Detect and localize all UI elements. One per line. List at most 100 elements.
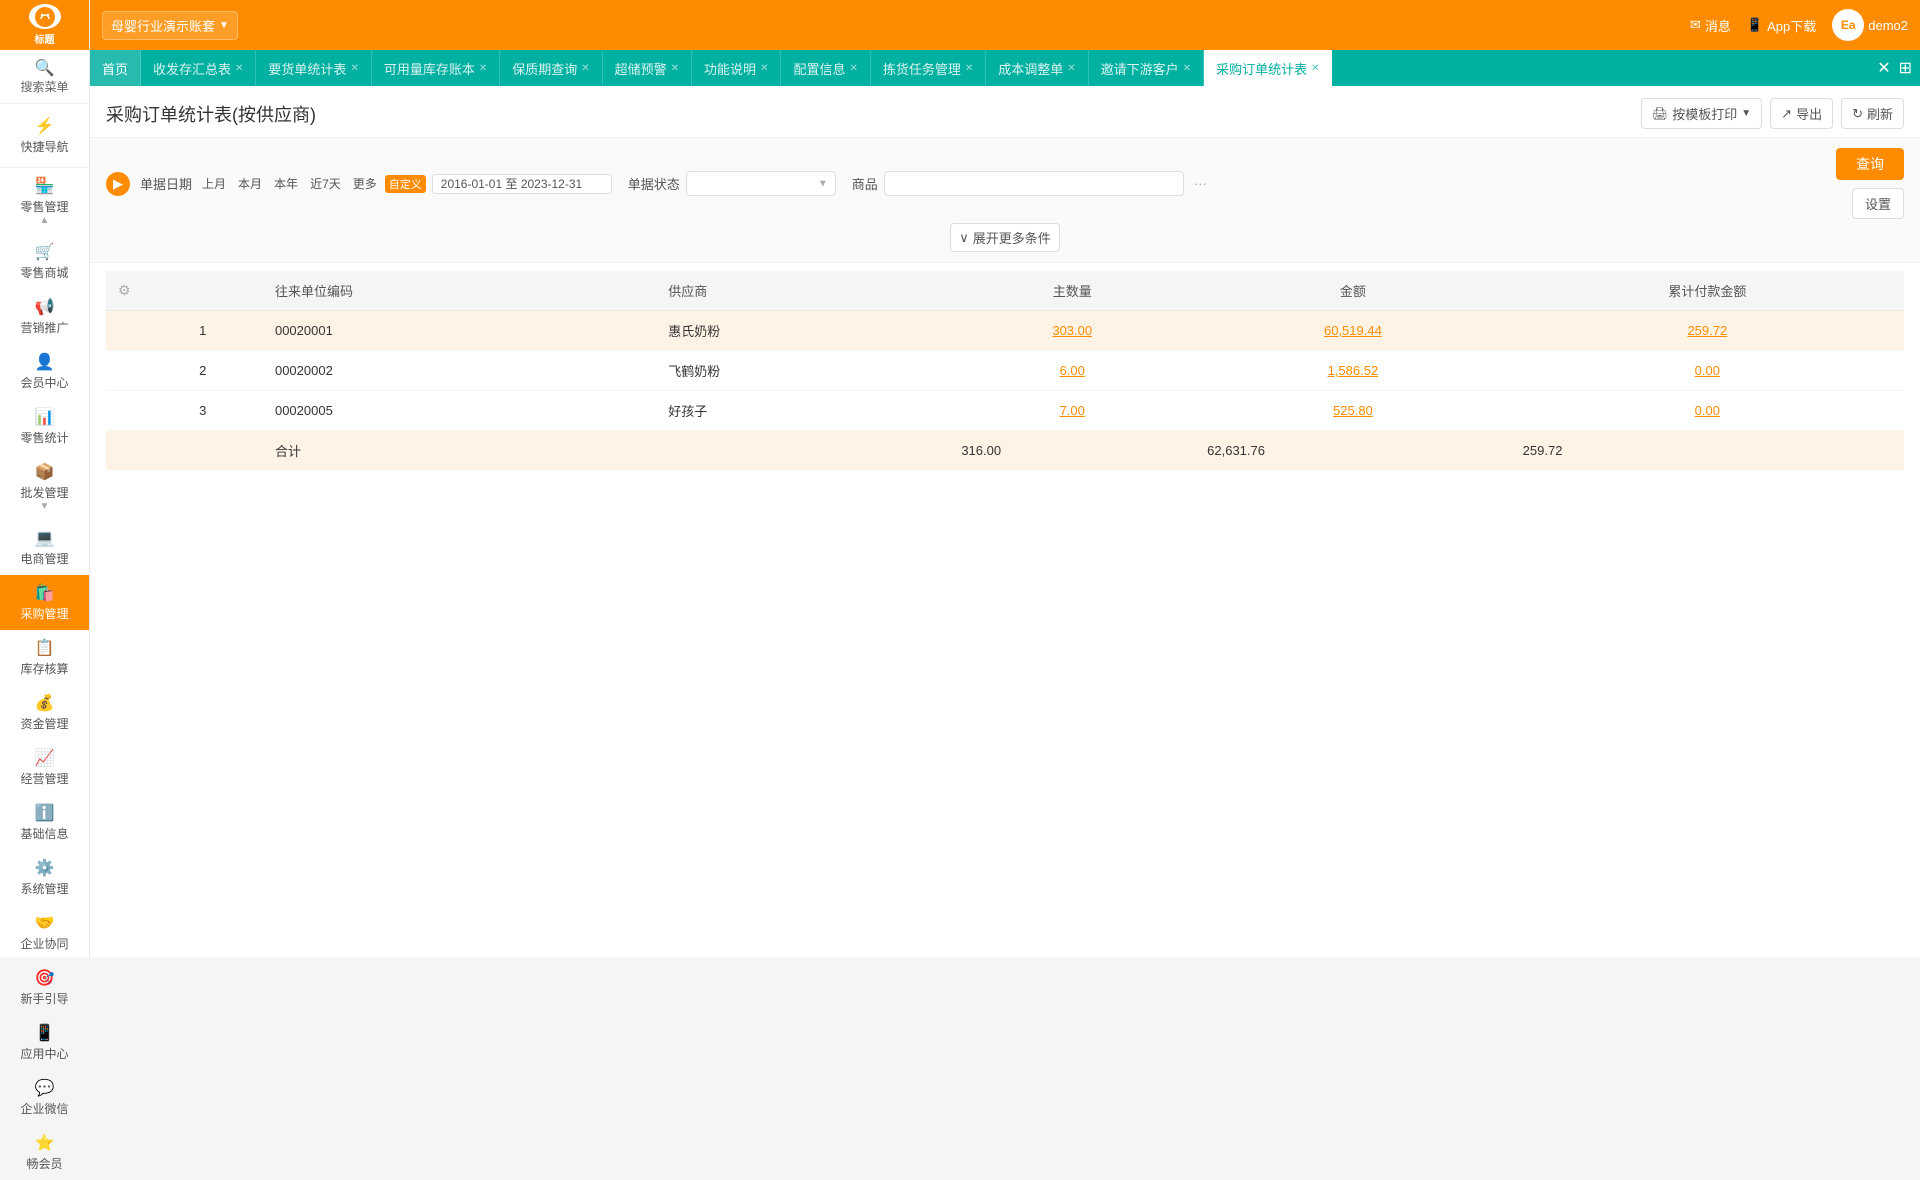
tab-chaochuyujing[interactable]: 超储预警 ✕ xyxy=(603,50,692,86)
tab-yaohuodanjitongji[interactable]: 要货单统计表 ✕ xyxy=(256,50,371,86)
footer-row: 合计 316.00 62,631.76 259.72 xyxy=(106,431,1904,471)
row-amount-0[interactable]: 60,519.44 xyxy=(1195,311,1511,351)
goods-more-icon[interactable]: ··· xyxy=(1190,176,1211,191)
tab-close-3[interactable]: ✕ xyxy=(479,63,487,74)
date-label: 单据日期 xyxy=(140,174,192,193)
row-paid-amount-2[interactable]: 0.00 xyxy=(1511,391,1904,431)
purchase-icon: 🛍️ xyxy=(35,583,55,603)
tab-caigou[interactable]: 采购订单统计表 ✕ xyxy=(1204,50,1332,86)
row-main-qty-0[interactable]: 303.00 xyxy=(949,311,1195,351)
tab-bar-end: ✕ ⊞ xyxy=(1869,50,1920,86)
sidebar-quicknav-section: ⚡ 快捷导航 xyxy=(0,104,89,168)
sidebar-item-member[interactable]: 👤 会员中心 xyxy=(0,344,89,399)
row-supplier-1: 飞鹤奶粉 xyxy=(656,351,949,391)
message-btn[interactable]: ✉ 消息 xyxy=(1690,16,1731,35)
row-settings-2 xyxy=(106,391,143,431)
sidebar-item-ecommerce[interactable]: 💻 电商管理 xyxy=(0,520,89,575)
sidebar-item-newguide[interactable]: 🎯 新手引导 xyxy=(0,960,89,1015)
sidebar-search-item[interactable]: 🔍 搜索菜单 xyxy=(0,54,89,99)
sidebar-item-marketing[interactable]: 📢 营销推广 xyxy=(0,289,89,344)
query-button[interactable]: 查询 xyxy=(1836,148,1904,180)
tab-shoufahuizong[interactable]: 收发存汇总表 ✕ xyxy=(141,50,256,86)
tab-expand-icon[interactable]: ⊞ xyxy=(1899,58,1912,78)
sidebar-item-finance[interactable]: 💰 资金管理 xyxy=(0,685,89,740)
col-main-qty: 主数量 xyxy=(949,271,1195,311)
refresh-button[interactable]: ↻ 刷新 xyxy=(1841,98,1904,129)
date-tab-this-year[interactable]: 本年 xyxy=(270,173,302,194)
sidebar-item-inventory[interactable]: 📋 库存核算 xyxy=(0,630,89,685)
row-main-qty-2[interactable]: 7.00 xyxy=(949,391,1195,431)
tab-close-2[interactable]: ✕ xyxy=(350,63,358,74)
tab-close-9[interactable]: ✕ xyxy=(1067,63,1075,74)
row-supplier-2: 好孩子 xyxy=(656,391,949,431)
footer-main-qty: 316.00 xyxy=(949,431,1195,471)
app-download-btn[interactable]: 📱 App下载 xyxy=(1747,16,1816,35)
filter-toggle-row: ▶ 单据日期 上月 本月 本年 近7天 更多 自定义 xyxy=(106,172,612,196)
sidebar-item-system[interactable]: ⚙️ 系统管理 xyxy=(0,850,89,905)
table-body: 1 00020001 惠氏奶粉 303.00 60,519.44 259.72 … xyxy=(106,311,1904,431)
user-profile[interactable]: Ea demo2 xyxy=(1832,9,1908,41)
tab-close-all-icon[interactable]: ✕ xyxy=(1877,58,1890,78)
footer-label: 合计 xyxy=(263,431,656,471)
tab-peizhi[interactable]: 配置信息 ✕ xyxy=(781,50,870,86)
tab-gongnengshuo[interactable]: 功能说明 ✕ xyxy=(692,50,781,86)
filter-area: ▶ 单据日期 上月 本月 本年 近7天 更多 自定义 xyxy=(90,138,1920,263)
print-button[interactable]: 🖨 按模板打印 ▼ xyxy=(1641,98,1762,129)
column-settings-icon[interactable]: ⚙ xyxy=(118,282,131,298)
row-amount-2[interactable]: 525.80 xyxy=(1195,391,1511,431)
table-row: 1 00020001 惠氏奶粉 303.00 60,519.44 259.72 xyxy=(106,311,1904,351)
tab-nhuorenwu[interactable]: 拣货任务管理 ✕ xyxy=(871,50,986,86)
tab-yaoqingxiayou[interactable]: 邀请下游客户 ✕ xyxy=(1089,50,1204,86)
date-tab-this-month[interactable]: 本月 xyxy=(234,173,266,194)
tab-close-6[interactable]: ✕ xyxy=(760,63,768,74)
col-paid-amount: 累计付款金额 xyxy=(1511,271,1904,311)
tab-baozhouqixun[interactable]: 保质期查询 ✕ xyxy=(500,50,602,86)
row-paid-amount-0[interactable]: 259.72 xyxy=(1511,311,1904,351)
system-icon: ⚙️ xyxy=(35,858,55,878)
refresh-icon: ↻ xyxy=(1852,106,1863,122)
sidebar-item-vip[interactable]: ⭐ 畅会员 xyxy=(0,1125,89,1180)
top-bar-left: 母婴行业演示账套 ▼ xyxy=(102,11,238,40)
sidebar-item-retailmall[interactable]: 🛒 零售商城 xyxy=(0,234,89,289)
filter-toggle-button[interactable]: ▶ xyxy=(106,172,130,196)
tab-close-8[interactable]: ✕ xyxy=(965,63,973,74)
wholesale-icon: 📦 xyxy=(35,462,55,482)
sidebar-item-retailstat[interactable]: 📊 零售统计 xyxy=(0,399,89,454)
sidebar-item-basic[interactable]: ℹ️ 基础信息 xyxy=(0,795,89,850)
sidebar-item-purchase[interactable]: 🛍️ 采购管理 xyxy=(0,575,89,630)
export-button[interactable]: ↗ 导出 xyxy=(1770,98,1833,129)
sidebar-item-wechat[interactable]: 💬 企业微信 xyxy=(0,1070,89,1125)
tab-close-7[interactable]: ✕ xyxy=(849,63,857,74)
tab-close-10[interactable]: ✕ xyxy=(1183,63,1191,74)
operations-icon: 📈 xyxy=(35,748,55,768)
date-tab-7days[interactable]: 近7天 xyxy=(306,173,345,194)
sidebar-item-appcenter[interactable]: 📱 应用中心 xyxy=(0,1015,89,1070)
row-amount-1[interactable]: 1,586.52 xyxy=(1195,351,1511,391)
date-range-input[interactable] xyxy=(432,174,612,194)
tab-close-4[interactable]: ✕ xyxy=(581,63,589,74)
footer-empty-1 xyxy=(106,431,143,471)
sidebar-item-collab[interactable]: 🤝 企业协同 xyxy=(0,905,89,960)
sidebar-item-operations[interactable]: 📈 经营管理 xyxy=(0,740,89,795)
date-tab-last-month[interactable]: 上月 xyxy=(198,173,230,194)
goods-input[interactable] xyxy=(884,171,1184,196)
date-tab-more[interactable]: 更多 xyxy=(349,173,381,194)
tab-close-1[interactable]: ✕ xyxy=(235,63,243,74)
expand-conditions-button[interactable]: ∨ 展开更多条件 xyxy=(950,223,1060,252)
row-paid-amount-1[interactable]: 0.00 xyxy=(1511,351,1904,391)
settings-button[interactable]: 设置 xyxy=(1852,188,1904,219)
tab-home[interactable]: 首页 xyxy=(90,50,141,86)
company-dropdown[interactable]: 母婴行业演示账套 ▼ xyxy=(102,11,238,40)
row-main-qty-1[interactable]: 6.00 xyxy=(949,351,1195,391)
tab-keyongliangsun[interactable]: 可用量库存账本 ✕ xyxy=(372,50,500,86)
tab-chengben[interactable]: 成本调整单 ✕ xyxy=(986,50,1088,86)
footer-amount: 62,631.76 xyxy=(1195,431,1511,471)
tab-close-11[interactable]: ✕ xyxy=(1311,63,1319,74)
inventory-icon: 📋 xyxy=(35,638,55,658)
date-tabs: 上月 本月 本年 近7天 更多 自定义 xyxy=(198,173,426,194)
tab-close-5[interactable]: ✕ xyxy=(671,63,679,74)
sidebar-item-wholesale[interactable]: 📦 批发管理 ▼ xyxy=(0,454,89,520)
sidebar-item-retail[interactable]: 🏪 零售管理 ▲ xyxy=(0,168,89,234)
status-select[interactable] xyxy=(686,171,836,196)
sidebar-item-quicknav[interactable]: ⚡ 快捷导航 xyxy=(0,108,89,163)
